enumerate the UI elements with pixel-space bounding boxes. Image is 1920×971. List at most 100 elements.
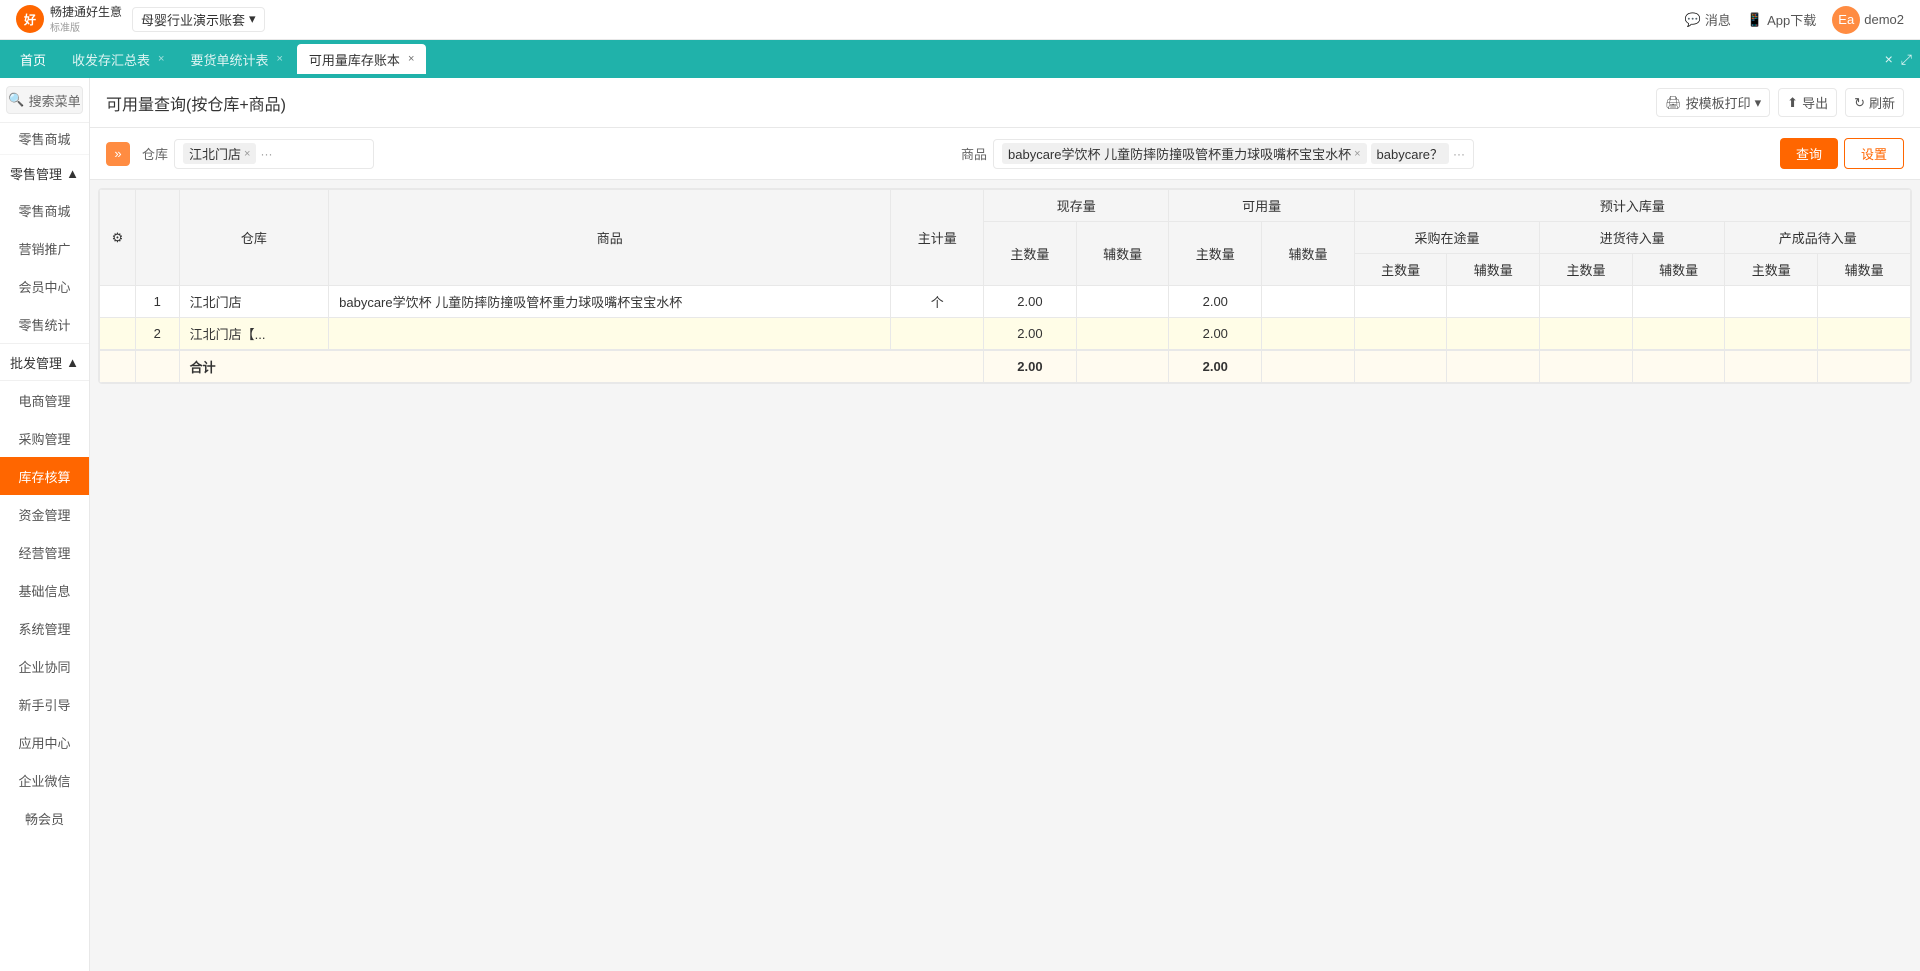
sidebar-section-retail-header[interactable]: 零售管理 ▲ [0,155,89,191]
filter-warehouse-group: 仓库 江北门店 × ··· [142,139,949,169]
sidebar-item-retail-store[interactable]: 零售商城 [0,191,89,229]
app-download-btn[interactable]: 📱 App下载 [1747,10,1816,29]
row1-index: 1 [136,286,180,318]
row1-incoming-aux [1632,286,1725,318]
row2-incoming-main [1540,318,1633,351]
sidebar-item-membership[interactable]: 畅会员 [0,799,89,837]
row1-incoming-main [1540,286,1633,318]
username: demo2 [1864,12,1904,27]
summary-index [136,350,180,383]
sidebar-search-area: 🔍 搜索菜单 [0,78,89,123]
summary-current-aux [1076,350,1169,383]
warehouse-tag-0: 江北门店 × [183,143,256,164]
sidebar-item-inventory[interactable]: 库存核算 [0,457,89,495]
row2-pur-transit-aux [1447,318,1540,351]
query-btn[interactable]: 查询 [1780,138,1838,169]
logo-sub: 标准版 [50,19,122,34]
refresh-btn[interactable]: ↻ 刷新 [1845,88,1904,117]
sidebar-item-newbie[interactable]: 新手引导 [0,685,89,723]
close-all-tabs-btn[interactable]: × [1885,51,1893,67]
col-current-stock-header: 现存量 [984,190,1169,222]
industry-selector[interactable]: 母婴行业演示账套 ▾ [132,7,265,32]
summary-inc-main [1540,350,1633,383]
avatar: Ea [1832,6,1860,34]
summary-prod-aux [1818,350,1911,383]
product-tag-0: babycare学饮杯 儿童防摔防撞吸管杯重力球吸嘴杯宝宝水杯 × [1002,143,1367,164]
tab-available-stock[interactable]: 可用量库存账本 × [297,44,426,74]
chevron-icon: ▲ [66,166,79,181]
sidebar-item-enterprise[interactable]: 企业协同 [0,647,89,685]
row2-warehouse: 江北门店【... [179,318,329,351]
print-btn[interactable]: 🖨 按模板打印 ▾ [1656,88,1770,117]
logo-area: 好 畅捷通好生意 标准版 [16,5,122,34]
product-tag-box[interactable]: babycare学饮杯 儿童防摔防撞吸管杯重力球吸嘴杯宝宝水杯 × babyca… [993,139,1474,169]
expand-btn[interactable]: ⤢ [1901,51,1912,68]
page-title: 可用量查询(按仓库+商品) [106,91,286,115]
sidebar-item-appcenter[interactable]: 应用中心 [0,723,89,761]
row2-incoming-aux [1632,318,1725,351]
filter-expand-btn[interactable]: » [106,142,130,166]
settings-btn[interactable]: 设置 [1844,138,1904,169]
nav-tabs-right: × ⤢ [1885,51,1912,68]
chevron-down-icon: ▾ [249,11,256,27]
export-icon: ⬆ [1787,95,1798,111]
summary-pur-aux [1447,350,1540,383]
dropdown-icon: ▾ [1755,95,1762,111]
row1-pur-transit-aux [1447,286,1540,318]
sidebar-section-wholesale-header[interactable]: 批发管理 ▲ [0,344,89,380]
filter-actions: 查询 设置 [1780,138,1904,169]
summary-prod-main [1725,350,1818,383]
close-tab-receive[interactable]: × [158,53,164,65]
search-icon: 🔍 [8,92,24,108]
row2-product [329,318,891,351]
content-area: 可用量查询(按仓库+商品) 🖨 按模板打印 ▾ ⬆ 导出 ↻ 刷新 [90,78,1920,971]
close-tab-order[interactable]: × [276,53,282,65]
remove-warehouse-tag[interactable]: × [244,148,250,160]
user-area[interactable]: Ea demo2 [1832,6,1904,34]
nav-tabs: 首页 收发存汇总表 × 要货单统计表 × 可用量库存账本 × × ⤢ [0,40,1920,78]
top-bar-left: 好 畅捷通好生意 标准版 母婴行业演示账套 ▾ [16,5,265,34]
col-forecast-header: 预计入库量 [1354,190,1910,222]
row2-available-aux [1262,318,1355,351]
warehouse-more-btn[interactable]: ··· [260,147,272,161]
col-pur-transit-header: 采购在途量 [1354,222,1539,254]
row1-current-main: 2.00 [984,286,1077,318]
sidebar-item-ecommerce[interactable]: 电商管理 [0,381,89,419]
message-btn[interactable]: 💬 消息 [1685,10,1731,29]
sidebar-item-operations[interactable]: 经营管理 [0,533,89,571]
sidebar-item-marketing[interactable]: 营销推广 [0,229,89,267]
tab-order-stats[interactable]: 要货单统计表 × [178,44,294,74]
product-more-btn[interactable]: ··· [1453,147,1465,161]
gear-icon[interactable]: ⚙ [112,230,124,245]
row1-product: babycare学饮杯 儿童防摔防撞吸管杯重力球吸嘴杯宝宝水杯 [329,286,891,318]
row1-unit: 个 [891,286,984,318]
summary-available-aux [1262,350,1355,383]
summary-label: 合计 [179,350,984,383]
sidebar-item-basics[interactable]: 基础信息 [0,571,89,609]
sidebar: 🔍 搜索菜单 零售商城 零售管理 ▲ 零售商城 营销推广 会员中心 零售统计 批… [0,78,90,971]
chevron-icon-2: ▲ [66,355,79,370]
tab-receive-summary[interactable]: 收发存汇总表 × [60,44,176,74]
export-btn[interactable]: ⬆ 导出 [1778,88,1837,117]
sidebar-item-members[interactable]: 会员中心 [0,267,89,305]
close-tab-available[interactable]: × [408,53,414,65]
sidebar-item-retail-stats[interactable]: 零售统计 [0,305,89,343]
sidebar-item-system[interactable]: 系统管理 [0,609,89,647]
sidebar-item-finance[interactable]: 资金管理 [0,495,89,533]
message-label: 消息 [1705,10,1731,29]
tab-home[interactable]: 首页 [8,44,58,74]
summary-pur-main [1354,350,1447,383]
sidebar-item-purchase[interactable]: 采购管理 [0,419,89,457]
warehouse-tag-box[interactable]: 江北门店 × ··· [174,139,374,169]
row2-gear [100,318,136,351]
search-menu-btn[interactable]: 🔍 搜索菜单 [6,86,83,114]
sidebar-item-weixin[interactable]: 企业微信 [0,761,89,799]
col-production-main: 主数量 [1725,254,1818,286]
row1-available-aux [1262,286,1355,318]
top-bar-right: 💬 消息 📱 App下载 Ea demo2 [1685,6,1904,34]
row1-pur-transit-main [1354,286,1447,318]
col-incoming-header: 进货待入量 [1540,222,1725,254]
sidebar-quick-nav[interactable]: 零售商城 [0,123,89,155]
remove-product-tag-0[interactable]: × [1354,148,1360,160]
summary-gear [100,350,136,383]
